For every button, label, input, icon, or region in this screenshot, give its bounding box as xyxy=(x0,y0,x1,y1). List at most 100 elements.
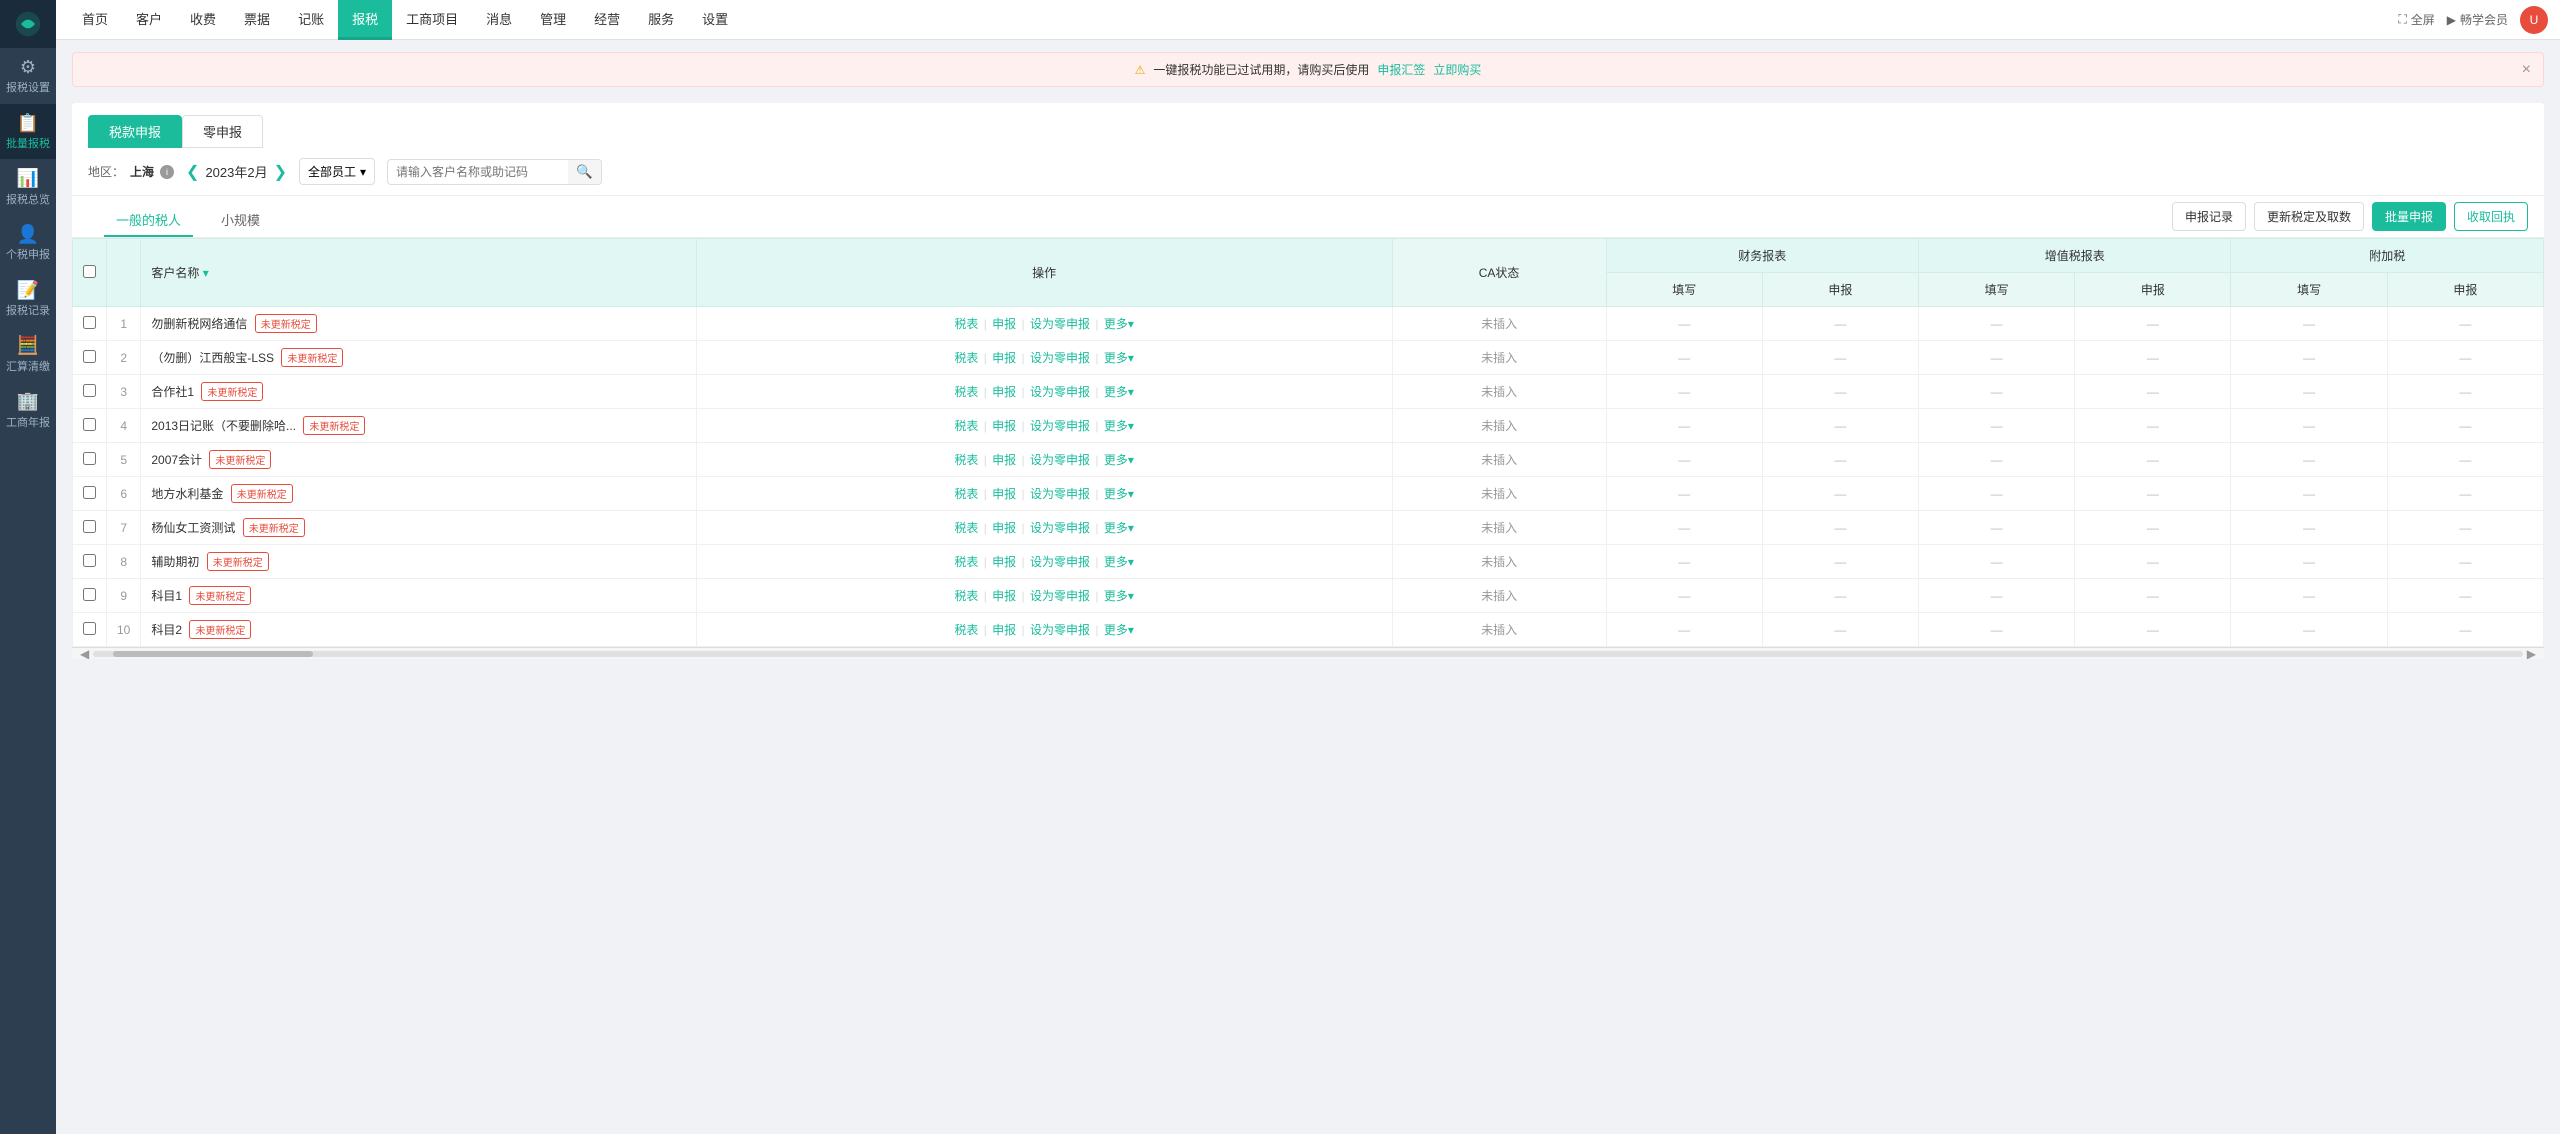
sort-icon[interactable]: ▾ xyxy=(203,266,209,280)
op-zero-declare[interactable]: 设为零申报 xyxy=(1030,385,1090,399)
row-checkbox[interactable] xyxy=(83,554,96,567)
op-zero-declare[interactable]: 设为零申报 xyxy=(1030,453,1090,467)
user-avatar[interactable]: U xyxy=(2520,6,2548,34)
upgrade-button[interactable]: ▶ 畅学会员 xyxy=(2447,11,2508,28)
op-taxform[interactable]: 税表 xyxy=(954,521,978,535)
op-declare[interactable]: 申报 xyxy=(992,487,1016,501)
type-tab-xiaoguimo[interactable]: 小规模 xyxy=(209,204,272,237)
company-name[interactable]: 2007会计 xyxy=(151,453,202,467)
op-declare[interactable]: 申报 xyxy=(992,351,1016,365)
op-taxform[interactable]: 税表 xyxy=(954,419,978,433)
sidebar-item-baoshui-zonlan[interactable]: 📊 报税总览 xyxy=(0,159,56,215)
nav-item-tax[interactable]: 报税 xyxy=(338,0,392,40)
op-declare[interactable]: 申报 xyxy=(992,555,1016,569)
op-more[interactable]: 更多▾ xyxy=(1104,623,1134,637)
op-declare[interactable]: 申报 xyxy=(992,419,1016,433)
op-taxform[interactable]: 税表 xyxy=(954,351,978,365)
op-zero-declare[interactable]: 设为零申报 xyxy=(1030,555,1090,569)
company-name[interactable]: 杨仙女工资测试 xyxy=(151,521,235,535)
op-declare[interactable]: 申报 xyxy=(992,521,1016,535)
sidebar-item-huisuan[interactable]: 🧮 汇算清缴 xyxy=(0,326,56,382)
op-more[interactable]: 更多▾ xyxy=(1104,487,1134,501)
op-more[interactable]: 更多▾ xyxy=(1104,589,1134,603)
fullscreen-button[interactable]: ⛶ 全屏 xyxy=(2398,11,2434,28)
row-checkbox[interactable] xyxy=(83,622,96,635)
op-taxform[interactable]: 税表 xyxy=(954,623,978,637)
banner-link-purchase[interactable]: 立即购买 xyxy=(1433,61,1481,78)
nav-item-business[interactable]: 工商项目 xyxy=(392,0,472,40)
nav-item-settings[interactable]: 设置 xyxy=(688,0,742,40)
scroll-thumb[interactable] xyxy=(113,651,313,657)
piliang-shenbao-button[interactable]: 批量申报 xyxy=(2372,202,2446,231)
nav-item-accounting[interactable]: 记账 xyxy=(284,0,338,40)
op-taxform[interactable]: 税表 xyxy=(954,385,978,399)
op-zero-declare[interactable]: 设为零申报 xyxy=(1030,317,1090,331)
nav-item-message[interactable]: 消息 xyxy=(472,0,526,40)
op-more[interactable]: 更多▾ xyxy=(1104,351,1134,365)
row-checkbox[interactable] xyxy=(83,384,96,397)
shougui-button[interactable]: 收取回执 xyxy=(2454,202,2528,231)
op-more[interactable]: 更多▾ xyxy=(1104,419,1134,433)
nav-item-customer[interactable]: 客户 xyxy=(122,0,176,40)
op-declare[interactable]: 申报 xyxy=(992,453,1016,467)
sidebar-item-piliangbaoshui[interactable]: 📋 批量报税 xyxy=(0,104,56,160)
nav-item-manage[interactable]: 管理 xyxy=(526,0,580,40)
sidebar-item-geshui[interactable]: 👤 个税申报 xyxy=(0,215,56,271)
company-name[interactable]: 科目1 xyxy=(151,589,182,603)
scroll-left-arrow[interactable]: ◀ xyxy=(80,647,89,660)
op-declare[interactable]: 申报 xyxy=(992,623,1016,637)
op-zero-declare[interactable]: 设为零申报 xyxy=(1030,351,1090,365)
row-checkbox[interactable] xyxy=(83,316,96,329)
op-zero-declare[interactable]: 设为零申报 xyxy=(1030,487,1090,501)
op-declare[interactable]: 申报 xyxy=(992,317,1016,331)
type-tab-yiban[interactable]: 一般的税人 xyxy=(104,204,193,237)
banner-link-shenbaohui[interactable]: 申报汇签 xyxy=(1377,61,1425,78)
sidebar-item-baoshuishezhi[interactable]: ⚙ 报税设置 xyxy=(0,48,56,104)
date-prev-button[interactable]: ❮ xyxy=(186,162,199,182)
sidebar-item-baoshuijilu[interactable]: 📝 报税记录 xyxy=(0,271,56,327)
op-more[interactable]: 更多▾ xyxy=(1104,385,1134,399)
nav-item-invoice[interactable]: 票据 xyxy=(230,0,284,40)
nav-item-charges[interactable]: 收费 xyxy=(176,0,230,40)
genxin-button[interactable]: 更新税定及取数 xyxy=(2254,202,2364,231)
row-checkbox[interactable] xyxy=(83,520,96,533)
row-checkbox[interactable] xyxy=(83,588,96,601)
banner-close-button[interactable]: × xyxy=(2522,61,2531,79)
tab-shuikuan-shenbao[interactable]: 税款申报 xyxy=(88,115,182,148)
nav-item-service[interactable]: 服务 xyxy=(634,0,688,40)
op-more[interactable]: 更多▾ xyxy=(1104,555,1134,569)
row-checkbox[interactable] xyxy=(83,452,96,465)
search-button[interactable]: 🔍 xyxy=(568,160,601,184)
row-checkbox[interactable] xyxy=(83,418,96,431)
scroll-right-arrow[interactable]: ▶ xyxy=(2527,647,2536,660)
op-taxform[interactable]: 税表 xyxy=(954,317,978,331)
date-next-button[interactable]: ❯ xyxy=(274,162,287,182)
company-name[interactable]: 地方水利基金 xyxy=(151,487,223,501)
company-name[interactable]: 勿删新税网络通信 xyxy=(151,317,247,331)
staff-selector[interactable]: 全部员工 ▾ xyxy=(299,158,375,185)
nav-item-operation[interactable]: 经营 xyxy=(580,0,634,40)
row-checkbox[interactable] xyxy=(83,350,96,363)
select-all-checkbox[interactable] xyxy=(83,265,96,278)
op-more[interactable]: 更多▾ xyxy=(1104,453,1134,467)
sidebar-item-gongshang[interactable]: 🏢 工商年报 xyxy=(0,382,56,438)
row-checkbox[interactable] xyxy=(83,486,96,499)
op-zero-declare[interactable]: 设为零申报 xyxy=(1030,623,1090,637)
company-name[interactable]: 合作社1 xyxy=(151,385,194,399)
op-taxform[interactable]: 税表 xyxy=(954,589,978,603)
op-declare[interactable]: 申报 xyxy=(992,589,1016,603)
op-declare[interactable]: 申报 xyxy=(992,385,1016,399)
search-input[interactable] xyxy=(388,161,568,183)
app-logo[interactable] xyxy=(0,0,56,48)
nav-item-home[interactable]: 首页 xyxy=(68,0,122,40)
company-name[interactable]: 辅助期初 xyxy=(151,555,199,569)
company-name[interactable]: 科目2 xyxy=(151,623,182,637)
op-zero-declare[interactable]: 设为零申报 xyxy=(1030,589,1090,603)
bottom-scrollbar[interactable]: ◀ ▶ xyxy=(72,647,2544,659)
op-taxform[interactable]: 税表 xyxy=(954,487,978,501)
region-info-icon[interactable]: i xyxy=(160,165,174,179)
shenbaojilu-button[interactable]: 申报记录 xyxy=(2172,202,2246,231)
op-zero-declare[interactable]: 设为零申报 xyxy=(1030,521,1090,535)
op-taxform[interactable]: 税表 xyxy=(954,555,978,569)
op-more[interactable]: 更多▾ xyxy=(1104,521,1134,535)
